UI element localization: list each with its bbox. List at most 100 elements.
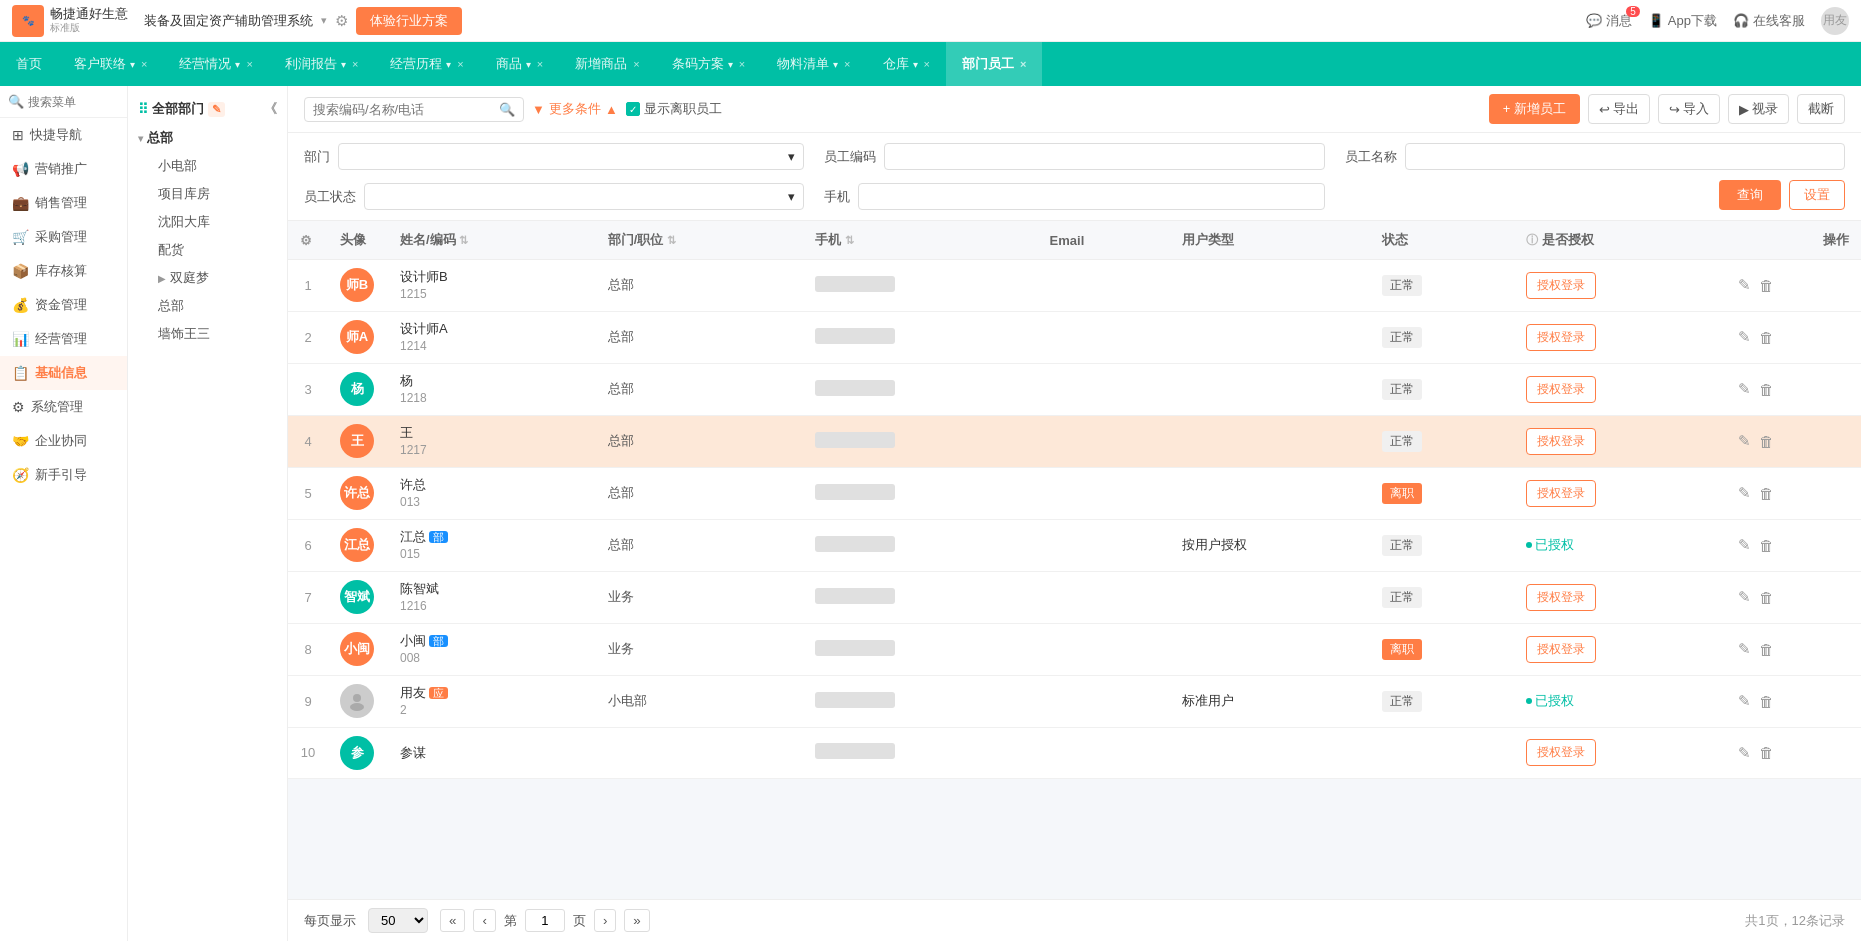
try-btn[interactable]: 体验行业方案 bbox=[356, 7, 462, 35]
tree-node-distribution[interactable]: 配货 bbox=[128, 236, 287, 264]
delete-btn[interactable]: 🗑 bbox=[1759, 641, 1774, 658]
tab-operation[interactable]: 经营情况 ▾ × bbox=[163, 42, 268, 86]
col-phone[interactable]: 手机 ⇅ bbox=[803, 221, 1037, 260]
edit-btn[interactable]: ✎ bbox=[1738, 536, 1751, 554]
phone-input[interactable] bbox=[858, 183, 1324, 210]
export-btn[interactable]: ↩ 导出 bbox=[1588, 94, 1650, 124]
sidebar-item-system[interactable]: ⚙ 系统管理 bbox=[0, 390, 127, 424]
delete-btn[interactable]: 🗑 bbox=[1759, 277, 1774, 294]
emp-name-input[interactable] bbox=[1405, 143, 1845, 170]
auth-login-btn[interactable]: 授权登录 bbox=[1526, 636, 1596, 663]
page-input[interactable] bbox=[525, 909, 565, 932]
tree-node-project[interactable]: 项目库房 bbox=[128, 180, 287, 208]
auth-login-btn[interactable]: 授权登录 bbox=[1526, 739, 1596, 766]
sidebar-item-finance[interactable]: 💰 资金管理 bbox=[0, 288, 127, 322]
settings-icon[interactable]: ⚙ bbox=[300, 233, 312, 248]
col-settings[interactable]: ⚙ bbox=[288, 221, 328, 260]
set-btn[interactable]: 设置 bbox=[1789, 180, 1845, 210]
sidebar-item-operation[interactable]: 📊 经营管理 bbox=[0, 322, 127, 356]
edit-btn[interactable]: ✎ bbox=[1738, 276, 1751, 294]
sidebar-item-purchase[interactable]: 🛒 采购管理 bbox=[0, 220, 127, 254]
show-resigned-wrap[interactable]: ✓ 显示离职员工 bbox=[626, 100, 722, 118]
delete-btn[interactable]: 🗑 bbox=[1759, 433, 1774, 450]
delete-btn[interactable]: 🗑 bbox=[1759, 693, 1774, 710]
gear-button[interactable]: ⚙ bbox=[335, 12, 348, 30]
per-page-select[interactable]: 50 100 bbox=[368, 908, 428, 933]
tree-node-double-dream[interactable]: ▶ 双庭梦 bbox=[128, 264, 287, 292]
tab-profit-close[interactable]: × bbox=[352, 58, 358, 70]
auth-login-btn[interactable]: 授权登录 bbox=[1526, 584, 1596, 611]
tab-employee-close[interactable]: × bbox=[1020, 58, 1026, 70]
edit-btn[interactable]: ✎ bbox=[1738, 432, 1751, 450]
edit-btn[interactable]: ✎ bbox=[1738, 640, 1751, 658]
user-btn[interactable]: 用友 bbox=[1821, 7, 1849, 35]
delete-btn[interactable]: 🗑 bbox=[1759, 329, 1774, 346]
more-btn[interactable]: 截断 bbox=[1797, 94, 1845, 124]
tab-history-close[interactable]: × bbox=[457, 58, 463, 70]
tab-warehouse[interactable]: 仓库 ▾ × bbox=[867, 42, 946, 86]
edit-btn[interactable]: ✎ bbox=[1738, 692, 1751, 710]
emp-code-input[interactable] bbox=[884, 143, 1324, 170]
message-btn[interactable]: 💬 消息 5 bbox=[1586, 12, 1632, 30]
auth-login-btn[interactable]: 授权登录 bbox=[1526, 376, 1596, 403]
view-btn[interactable]: ▶ 视录 bbox=[1728, 94, 1789, 124]
last-page-btn[interactable]: » bbox=[624, 909, 649, 932]
prev-page-btn[interactable]: ‹ bbox=[473, 909, 495, 932]
delete-btn[interactable]: 🗑 bbox=[1759, 537, 1774, 554]
tab-add-goods-close[interactable]: × bbox=[633, 58, 639, 70]
dept-select[interactable]: ▾ bbox=[338, 143, 804, 170]
sidebar-item-inventory[interactable]: 📦 库存核算 bbox=[0, 254, 127, 288]
tree-node-wall-king[interactable]: 墙饰王三 bbox=[128, 320, 287, 348]
tab-employee[interactable]: 部门员工 × bbox=[946, 42, 1042, 86]
tab-customer[interactable]: 客户联络 ▾ × bbox=[58, 42, 163, 86]
first-page-btn[interactable]: « bbox=[440, 909, 465, 932]
tab-add-goods[interactable]: 新增商品 × bbox=[559, 42, 655, 86]
edit-btn[interactable]: ✎ bbox=[1738, 328, 1751, 346]
sidebar-item-marketing[interactable]: 📢 营销推广 bbox=[0, 152, 127, 186]
tab-barcode-close[interactable]: × bbox=[739, 58, 745, 70]
add-employee-btn[interactable]: + 新增员工 bbox=[1489, 94, 1580, 124]
next-page-btn[interactable]: › bbox=[594, 909, 616, 932]
tab-home[interactable]: 首页 bbox=[0, 42, 58, 86]
tab-material-close[interactable]: × bbox=[844, 58, 850, 70]
edit-btn[interactable]: ✎ bbox=[1738, 380, 1751, 398]
delete-btn[interactable]: 🗑 bbox=[1759, 381, 1774, 398]
tab-material[interactable]: 物料清单 ▾ × bbox=[761, 42, 866, 86]
sys-title-arrow[interactable]: ▾ bbox=[321, 14, 327, 27]
tree-node-small-elec[interactable]: 小电部 bbox=[128, 152, 287, 180]
sidebar-item-guide[interactable]: 🧭 新手引导 bbox=[0, 458, 127, 492]
auth-login-btn[interactable]: 授权登录 bbox=[1526, 324, 1596, 351]
tab-warehouse-close[interactable]: × bbox=[924, 58, 930, 70]
tab-goods[interactable]: 商品 ▾ × bbox=[480, 42, 559, 86]
tree-edit-icon[interactable]: ✎ bbox=[208, 102, 225, 117]
sidebar-item-basic-info[interactable]: 📋 基础信息 bbox=[0, 356, 127, 390]
tab-operation-close[interactable]: × bbox=[246, 58, 252, 70]
tab-customer-close[interactable]: × bbox=[141, 58, 147, 70]
col-dept[interactable]: 部门/职位 ⇅ bbox=[596, 221, 804, 260]
edit-btn[interactable]: ✎ bbox=[1738, 744, 1751, 762]
edit-btn[interactable]: ✎ bbox=[1738, 588, 1751, 606]
tab-goods-close[interactable]: × bbox=[537, 58, 543, 70]
delete-btn[interactable]: 🗑 bbox=[1759, 589, 1774, 606]
tree-header-label[interactable]: 全部部门 bbox=[152, 100, 204, 118]
tab-profit[interactable]: 利润报告 ▾ × bbox=[269, 42, 374, 86]
tab-barcode[interactable]: 条码方案 ▾ × bbox=[656, 42, 761, 86]
delete-btn[interactable]: 🗑 bbox=[1759, 485, 1774, 502]
tree-node-headquarters[interactable]: ▾ 总部 bbox=[128, 124, 287, 152]
sidebar-search-input[interactable] bbox=[28, 95, 108, 109]
sidebar-item-collab[interactable]: 🤝 企业协同 bbox=[0, 424, 127, 458]
search-input[interactable] bbox=[313, 102, 495, 117]
auth-login-btn[interactable]: 授权登录 bbox=[1526, 272, 1596, 299]
online-service-btn[interactable]: 🎧 在线客服 bbox=[1733, 12, 1805, 30]
delete-btn[interactable]: 🗑 bbox=[1759, 744, 1774, 761]
tree-node-hq2[interactable]: 总部 bbox=[128, 292, 287, 320]
tree-node-shenyang[interactable]: 沈阳大库 bbox=[128, 208, 287, 236]
query-btn[interactable]: 查询 bbox=[1719, 180, 1781, 210]
sidebar-item-sales[interactable]: 💼 销售管理 bbox=[0, 186, 127, 220]
tab-history[interactable]: 经营历程 ▾ × bbox=[374, 42, 479, 86]
app-download-btn[interactable]: 📱 App下载 bbox=[1648, 12, 1717, 30]
col-name[interactable]: 姓名/编码 ⇅ bbox=[388, 221, 596, 260]
sidebar-item-quick-nav[interactable]: ⊞ 快捷导航 bbox=[0, 118, 127, 152]
filter-more-btn[interactable]: ▼ 更多条件 ▲ bbox=[532, 100, 618, 118]
edit-btn[interactable]: ✎ bbox=[1738, 484, 1751, 502]
